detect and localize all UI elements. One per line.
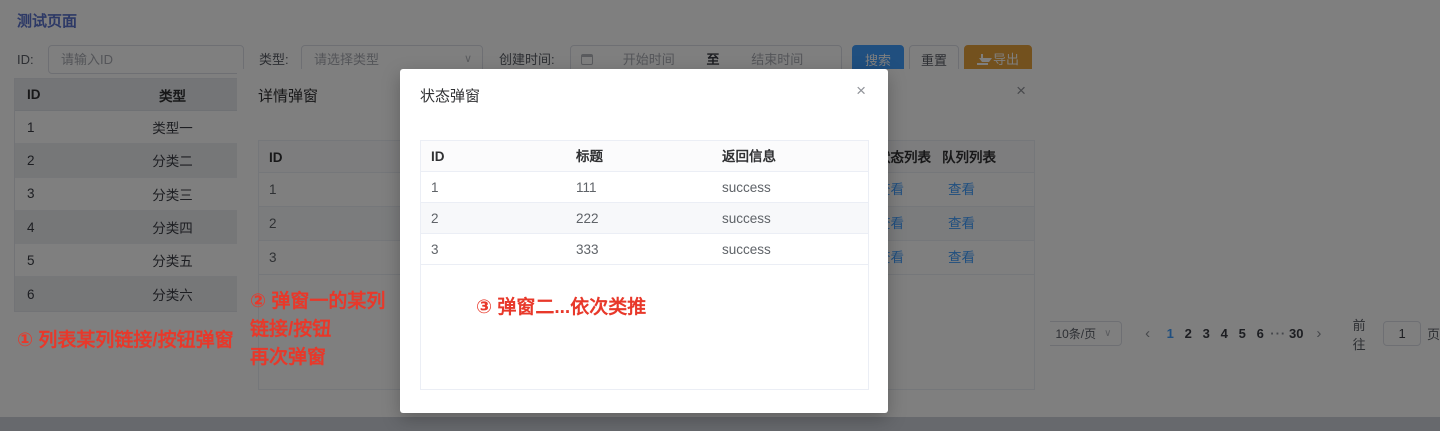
annotation-note-1: ① 列表某列链接/按钮弹窗	[17, 330, 234, 351]
status-modal-table: ID 标题 返回信息 1 111 success 2 222 success 3…	[420, 140, 869, 390]
annotation-note-2-line-2: 链接/按钮	[250, 319, 332, 340]
status-header-id: ID	[431, 149, 445, 164]
annotation-note-3: ③ 弹窗二...依次类推	[476, 297, 647, 318]
cell-title: 222	[576, 211, 599, 226]
status-table-header-row: ID 标题 返回信息	[421, 141, 868, 172]
table-row: 2 222 success	[421, 203, 868, 234]
status-modal-title: 状态弹窗	[420, 88, 481, 105]
status-header-message: 返回信息	[722, 149, 776, 164]
close-icon[interactable]: ×	[856, 82, 866, 99]
test-page: 测试页面 ID: 请输入ID 类型: 请选择类型 ∨ 创建时间: 开始时间 至 …	[0, 0, 1440, 431]
annotation-note-2-line-1: ② 弹窗一的某列	[250, 291, 386, 312]
cell-id: 1	[431, 180, 439, 195]
status-header-title: 标题	[576, 149, 603, 164]
cell-id: 2	[431, 211, 439, 226]
annotation-note-2-line-3: 再次弹窗	[250, 347, 327, 368]
cell-message: success	[722, 211, 771, 226]
table-row: 1 111 success	[421, 172, 868, 203]
status-modal: 状态弹窗 × ID 标题 返回信息 1 111 success 2 222 su…	[400, 69, 888, 413]
cell-title: 111	[576, 180, 597, 195]
cell-id: 3	[431, 242, 439, 257]
cell-title: 333	[576, 242, 599, 257]
cell-message: success	[722, 180, 771, 195]
cell-message: success	[722, 242, 771, 257]
table-row: 3 333 success	[421, 234, 868, 265]
